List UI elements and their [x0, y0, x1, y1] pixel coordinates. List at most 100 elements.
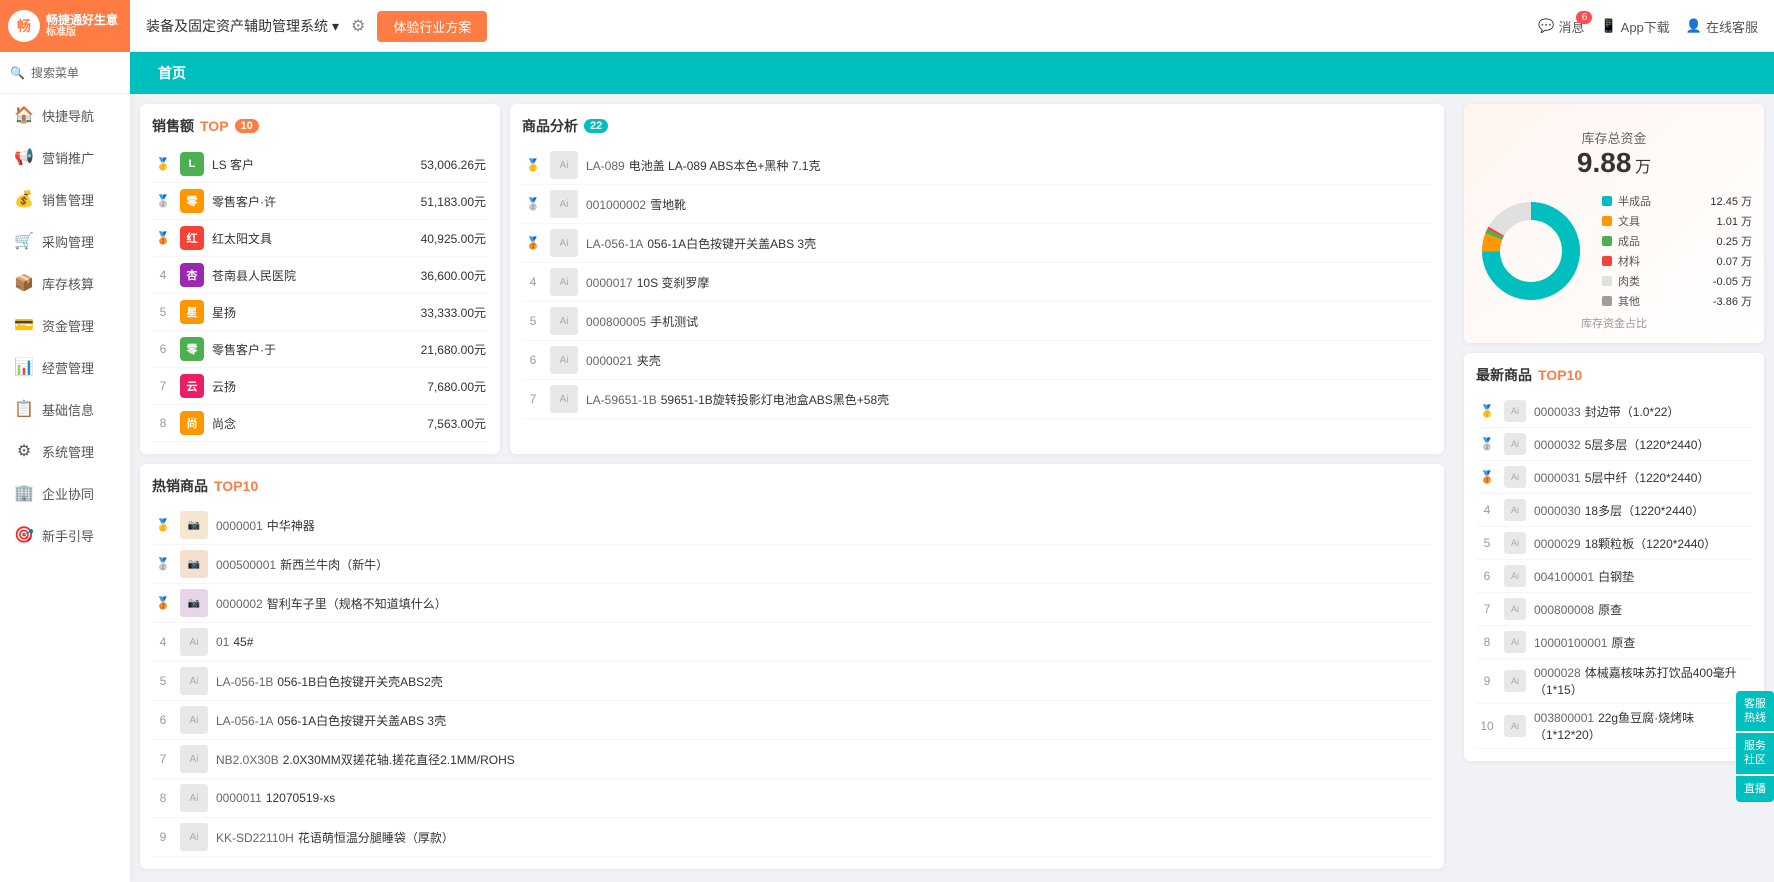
page-header: 首页	[130, 52, 1774, 94]
product-img-hs-7: Ai	[180, 745, 208, 773]
product-name-7: 59651-1B旋转投影灯电池盒ABS黑色+58壳	[661, 393, 889, 407]
product-code-5: 000800005	[586, 315, 646, 329]
rank-num-4: 4	[524, 275, 542, 289]
main-area: 装备及固定资产辅助管理系统 ▾ ⚙ 体验行业方案 💬 消息 6 📱 App下载 …	[130, 0, 1774, 882]
customer-value-7: 7,680.00元	[427, 378, 486, 395]
sidebar-search-area[interactable]: 🔍 搜索菜单	[0, 52, 130, 94]
rank-num-5: 5	[524, 314, 542, 328]
top-customers-title: 销售额 TOP 10	[152, 116, 488, 136]
trial-btn[interactable]: 体验行业方案	[377, 11, 487, 42]
sidebar-item-home[interactable]: 🏠 快捷导航	[0, 94, 130, 136]
sidebar-item-inventory[interactable]: 📦 库存核算	[0, 262, 130, 304]
sidebar-item-sales[interactable]: 💰 销售管理	[0, 178, 130, 220]
sidebar-item-purchase[interactable]: 🛒 采购管理	[0, 220, 130, 262]
customer-value-6: 21,680.00元	[421, 341, 486, 358]
customer-rank-item: 5 星 星扬 33,333.00元	[152, 294, 488, 331]
customer-avatar-7: 云	[180, 374, 204, 398]
customer-avatar-2: 零	[180, 189, 204, 213]
product-img-hs-9: Ai	[180, 823, 208, 851]
customer-avatar-5: 星	[180, 300, 204, 324]
float-btn-community[interactable]: 服务社区	[1736, 733, 1774, 774]
messages-badge: 6	[1576, 11, 1592, 24]
rank-8: 8	[154, 791, 172, 805]
search-menu-btn[interactable]: 🔍 搜索菜单	[10, 60, 120, 85]
app-name: 畅捷通好生意	[46, 13, 118, 27]
customer-rank-item: 8 尚 尚念 7,563.00元	[152, 405, 488, 442]
rank-num-3: 🥉	[524, 236, 542, 250]
customer-value-4: 36,600.00元	[421, 267, 486, 284]
home-tab[interactable]: 首页	[150, 63, 194, 83]
system-title-dropdown[interactable]: 装备及固定资产辅助管理系统 ▾	[146, 16, 339, 36]
rank-num-7: 7	[154, 379, 172, 393]
legend-val-3: 0.25 万	[1717, 233, 1752, 249]
enterprise-icon: 🏢	[14, 483, 34, 503]
sidebar-item-basic-info-label: 基础信息	[42, 400, 94, 419]
newest-item-8: 8 Ai 10000100001原查	[1476, 626, 1752, 659]
settings-icon[interactable]: ⚙	[351, 16, 365, 36]
sidebar-item-finance-label: 资金管理	[42, 316, 94, 335]
app-download-btn[interactable]: 📱 App下载	[1600, 17, 1669, 36]
sidebar-item-finance[interactable]: 💳 资金管理	[0, 304, 130, 346]
legend-item-4: 材料 0.07 万	[1602, 253, 1752, 269]
sales-icon: 💰	[14, 189, 34, 209]
float-buttons: 客服热线 服务社区 直播	[1736, 691, 1774, 802]
float-btn-service[interactable]: 客服热线	[1736, 691, 1774, 732]
finance-icon: 💳	[14, 315, 34, 335]
dropdown-arrow-icon: ▾	[332, 18, 339, 35]
product-img-hs-4: Ai	[180, 628, 208, 656]
legend-name-5: 肉类	[1618, 273, 1707, 289]
legend-dot-4	[1602, 256, 1612, 266]
system-icon: ⚙	[14, 441, 34, 461]
hot-product-item: 6 Ai 0000021夹壳	[522, 341, 1432, 380]
hot-products-analysis-title: 商品分析 22	[522, 116, 1432, 136]
rank-num-1: 🥇	[524, 158, 542, 172]
top-customers-list: 🥇 L LS 客户 53,006.26元 🥈 零 零售客户·许 51,183.0…	[152, 146, 488, 442]
newest-products-list: 🥇 Ai 0000033封边带（1.0*22） 🥈 Ai 00000325层多层…	[1476, 395, 1752, 749]
customer-rank-item: 🥈 零 零售客户·许 51,183.00元	[152, 183, 488, 220]
customer-avatar-4: 杏	[180, 263, 204, 287]
hot-selling-item-6: 6 Ai LA-056-1A056-1A白色按键开关盖ABS 3壳	[152, 701, 1432, 740]
rank-num-6: 6	[154, 342, 172, 356]
hot-selling-item-2: 🥈 📷 000500001新西兰牛肉（新牛）	[152, 545, 1432, 584]
sidebar-item-system-label: 系统管理	[42, 442, 94, 461]
product-code-3: LA-056-1A	[586, 237, 643, 251]
customer-value-5: 33,333.00元	[421, 304, 486, 321]
sidebar-item-guide[interactable]: 🎯 新手引导	[0, 514, 130, 556]
sidebar-item-system[interactable]: ⚙ 系统管理	[0, 430, 130, 472]
online-service-btn[interactable]: 👤 在线客服	[1686, 17, 1758, 36]
legend-item-2: 文具 1.01 万	[1602, 213, 1752, 229]
product-img-7: Ai	[550, 385, 578, 413]
product-img-hs-3: 📷	[180, 589, 208, 617]
sidebar-item-marketing[interactable]: 📢 营销推广	[0, 136, 130, 178]
customer-name-6: 零售客户·于	[212, 341, 413, 358]
legend-val-4: 0.07 万	[1717, 253, 1752, 269]
legend-val-2: 1.01 万	[1717, 213, 1752, 229]
customer-value-8: 7,563.00元	[427, 415, 486, 432]
product-name-3: 056-1A白色按键开关盖ABS 3壳	[647, 237, 816, 251]
messages-btn[interactable]: 💬 消息 6	[1538, 17, 1584, 36]
hot-product-item: 🥈 Ai 001000002雪地靴	[522, 185, 1432, 224]
guide-icon: 🎯	[14, 525, 34, 545]
legend-name-2: 文具	[1618, 213, 1711, 229]
newest-item-5: 5 Ai 000002918颗粒板（1220*2440）	[1476, 527, 1752, 560]
sidebar-item-enterprise[interactable]: 🏢 企业协同	[0, 472, 130, 514]
product-img-6: Ai	[550, 346, 578, 374]
sidebar-item-operations[interactable]: 📊 经营管理	[0, 346, 130, 388]
legend-name-4: 材料	[1618, 253, 1711, 269]
product-code-7: LA-59651-1B	[586, 393, 657, 407]
customer-name-5: 星扬	[212, 304, 413, 321]
customer-name-8: 尚念	[212, 415, 419, 432]
newest-products-card: 最新商品 TOP10 🥇 Ai 0000033封边带（1.0*22） 🥈 Ai …	[1464, 353, 1764, 761]
logo-icon: 畅	[8, 10, 40, 42]
hot-selling-item-7: 7 Ai NB2.0X30B2.0X30MM双搓花轴.搓花直径2.1MM/ROH…	[152, 740, 1432, 779]
operations-icon: 📊	[14, 357, 34, 377]
inventory-value: 9.88	[1577, 147, 1632, 178]
rank-2: 🥈	[154, 557, 172, 571]
sidebar-item-basic-info[interactable]: 📋 基础信息	[0, 388, 130, 430]
sidebar: 畅 畅捷通好生意 标准版 🔍 搜索菜单 🏠 快捷导航 📢 营销推广 💰 销售管理…	[0, 0, 130, 882]
legend-item-5: 肉类 -0.05 万	[1602, 273, 1752, 289]
inventory-icon: 📦	[14, 273, 34, 293]
right-panel: 库存总资金 9.88 万	[1454, 94, 1774, 882]
float-btn-live[interactable]: 直播	[1736, 776, 1774, 802]
rank-4: 4	[154, 635, 172, 649]
